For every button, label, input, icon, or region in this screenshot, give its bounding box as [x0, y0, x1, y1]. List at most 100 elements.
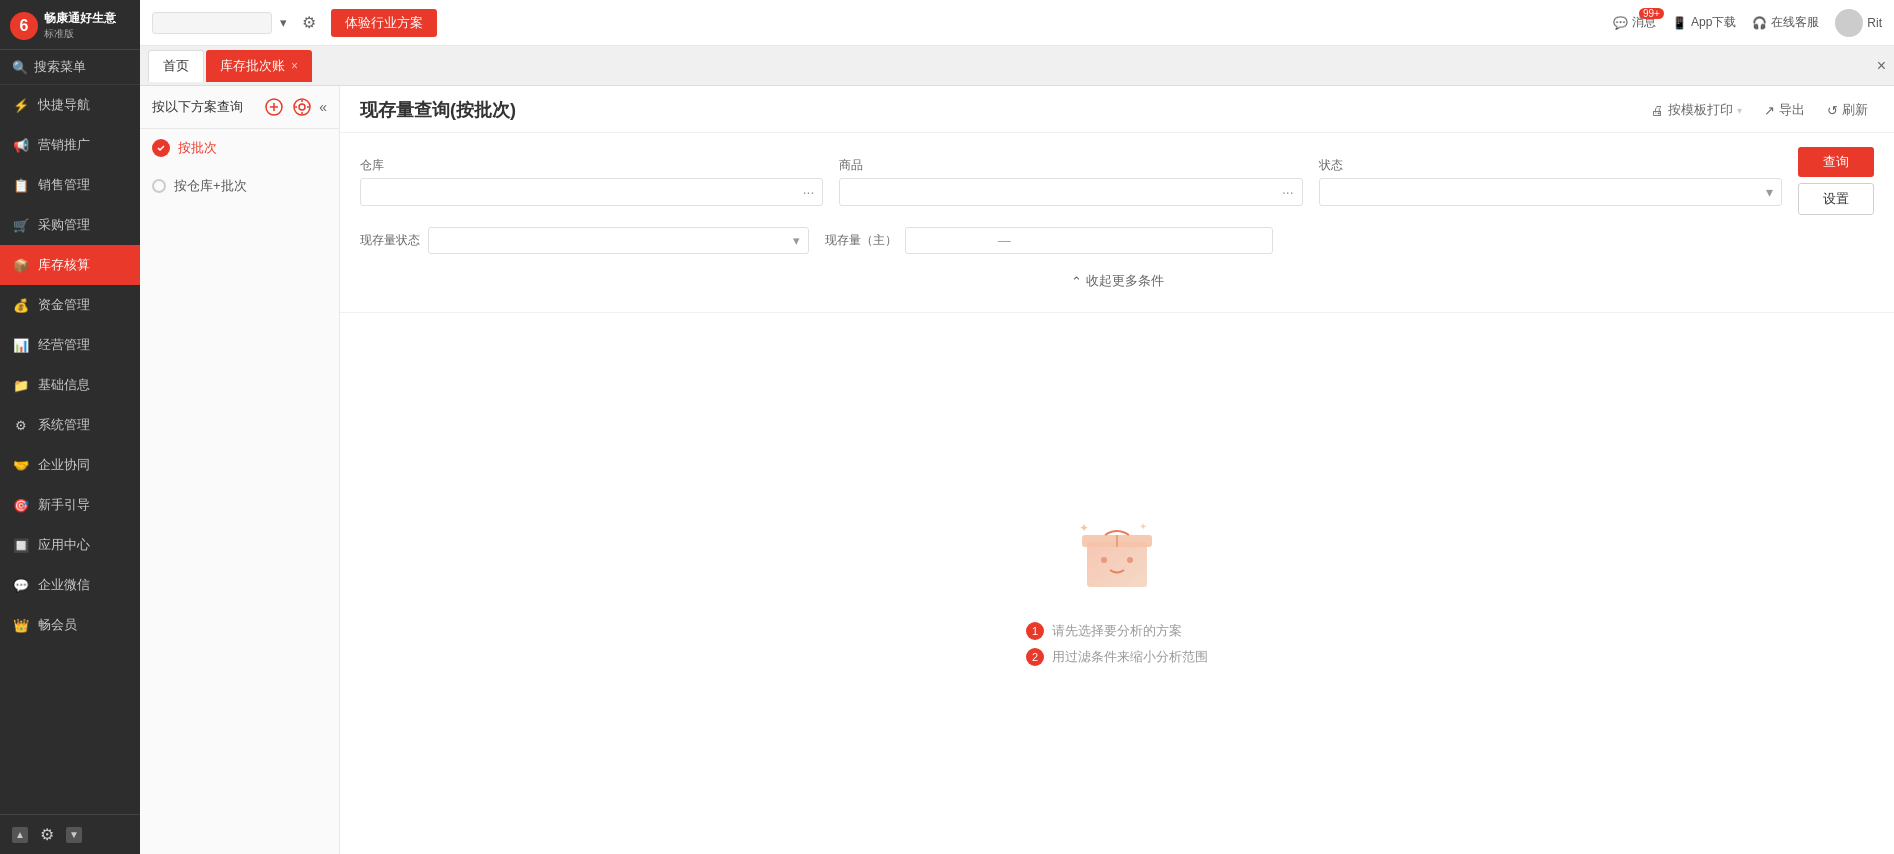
sidebar-item-wechat[interactable]: 💬 企业微信 — [0, 565, 140, 605]
product-input-wrap[interactable]: ··· — [839, 178, 1302, 206]
svg-point-14 — [1127, 557, 1133, 563]
sales-icon: 📋 — [12, 176, 30, 194]
filter-item-warehouse-batch[interactable]: 按仓库+批次 — [140, 167, 339, 205]
scroll-down-btn[interactable]: ▼ — [66, 827, 82, 843]
apps-icon: 🔲 — [12, 536, 30, 554]
main-area: ▾ ⚙ 体验行业方案 💬 消息 99+ 📱 App下载 🎧 在线客服 Rit — [140, 0, 1894, 854]
stock-qty-field: 现存量（主） — — [825, 227, 1274, 254]
tab-home[interactable]: 首页 — [148, 50, 204, 82]
sidebar-item-inventory-label: 库存核算 — [38, 256, 90, 274]
marketing-icon: 📢 — [12, 136, 30, 154]
topbar-dropdown-btn[interactable]: ▾ — [280, 15, 287, 30]
sidebar-item-basics-label: 基础信息 — [38, 376, 90, 394]
empty-hints: 1 请先选择要分析的方案 2 用过滤条件来缩小分析范围 — [1026, 622, 1208, 666]
message-icon: 💬 — [1613, 16, 1628, 30]
warehouse-input[interactable] — [369, 184, 799, 199]
filter-panel-title: 按以下方案查询 — [152, 98, 243, 116]
filter-settings-btn[interactable] — [291, 96, 313, 118]
tab-close-icon[interactable]: × — [291, 59, 298, 73]
print-template-btn[interactable]: 🖨 按模板打印 ▾ — [1645, 98, 1748, 122]
sidebar-item-sales[interactable]: 📋 销售管理 — [0, 165, 140, 205]
stock-status-select[interactable] — [437, 233, 789, 248]
finance-icon: 💰 — [12, 296, 30, 314]
sidebar-item-system-label: 系统管理 — [38, 416, 90, 434]
messages-action[interactable]: 💬 消息 99+ — [1613, 14, 1656, 31]
logo-char: 6 — [20, 17, 29, 35]
status-select[interactable] — [1328, 184, 1762, 199]
sidebar-item-search[interactable]: 🔍 搜索菜单 — [0, 50, 140, 85]
status-dropdown-icon[interactable]: ▾ — [1766, 184, 1773, 200]
status-select-wrap[interactable]: ▾ — [1319, 178, 1782, 206]
tab-active-label: 库存批次账 — [220, 57, 285, 75]
sidebar-item-member[interactable]: 👑 畅会员 — [0, 605, 140, 645]
sidebar-item-quick[interactable]: ⚡ 快捷导航 — [0, 85, 140, 125]
sidebar-item-wechat-label: 企业微信 — [38, 576, 90, 594]
warehouse-dots-btn[interactable]: ··· — [803, 184, 815, 200]
filter-dot-active — [152, 139, 170, 157]
industry-btn[interactable]: 体验行业方案 — [331, 9, 437, 37]
product-input[interactable] — [848, 184, 1278, 199]
hint-num-1: 1 — [1026, 622, 1044, 640]
close-all-tabs-btn[interactable]: × — [1877, 57, 1886, 75]
warehouse-input-wrap[interactable]: ··· — [360, 178, 823, 206]
empty-hint-2: 2 用过滤条件来缩小分析范围 — [1026, 648, 1208, 666]
filter-add-btn[interactable] — [263, 96, 285, 118]
refresh-icon: ↺ — [1827, 103, 1838, 118]
svg-text:✦: ✦ — [1079, 521, 1089, 535]
collapse-filters-btn[interactable]: ⌃ 收起更多条件 — [360, 264, 1874, 298]
topbar: ▾ ⚙ 体验行业方案 💬 消息 99+ 📱 App下载 🎧 在线客服 Rit — [140, 0, 1894, 46]
refresh-btn[interactable]: ↺ 刷新 — [1821, 98, 1874, 122]
sidebar-item-purchase-label: 采购管理 — [38, 216, 90, 234]
sidebar-item-operations[interactable]: 📊 经营管理 — [0, 325, 140, 365]
product-dots-btn[interactable]: ··· — [1282, 184, 1294, 200]
page-title: 现存量查询(按批次) — [360, 98, 516, 122]
page-header: 现存量查询(按批次) 🖨 按模板打印 ▾ ↗ 导出 ↺ 刷新 — [340, 86, 1894, 133]
filter-collapse-btn[interactable]: « — [319, 99, 327, 115]
filter-item-batch-label: 按批次 — [178, 139, 217, 157]
sidebar-item-enterprise[interactable]: 🤝 企业协同 — [0, 445, 140, 485]
sidebar-item-sales-label: 销售管理 — [38, 176, 90, 194]
system-icon: ⚙ — [12, 416, 30, 434]
topbar-left: ▾ ⚙ 体验行业方案 — [152, 9, 1605, 37]
user-avatar — [1835, 9, 1863, 37]
query-btn[interactable]: 查询 — [1798, 147, 1874, 177]
sidebar-item-basics[interactable]: 📁 基础信息 — [0, 365, 140, 405]
tab-inventory-batch[interactable]: 库存批次账 × — [206, 50, 312, 82]
purchase-icon: 🛒 — [12, 216, 30, 234]
refresh-label: 刷新 — [1842, 101, 1868, 119]
user-action[interactable]: Rit — [1835, 9, 1882, 37]
stock-status-dropdown-icon[interactable]: ▾ — [793, 233, 800, 248]
online-support-action[interactable]: 🎧 在线客服 — [1752, 14, 1819, 31]
guide-icon: 🎯 — [12, 496, 30, 514]
settings-config-btn[interactable]: 设置 — [1798, 183, 1874, 215]
scroll-up-btn[interactable]: ▲ — [12, 827, 28, 843]
app-download-action[interactable]: 📱 App下载 — [1672, 14, 1736, 31]
sidebar-item-marketing[interactable]: 📢 营销推广 — [0, 125, 140, 165]
sidebar-item-apps[interactable]: 🔲 应用中心 — [0, 525, 140, 565]
content-area: 按以下方案查询 — [140, 86, 1894, 854]
stock-qty-max-input[interactable] — [1015, 233, 1095, 248]
member-icon: 👑 — [12, 616, 30, 634]
stock-qty-min-input[interactable] — [914, 233, 994, 248]
sidebar-item-inventory[interactable]: 📦 库存核算 — [0, 245, 140, 285]
sidebar-item-enterprise-label: 企业协同 — [38, 456, 90, 474]
action-buttons: 查询 设置 — [1798, 147, 1874, 215]
svg-point-13 — [1101, 557, 1107, 563]
sidebar-item-purchase[interactable]: 🛒 采购管理 — [0, 205, 140, 245]
topbar-search-input[interactable] — [161, 16, 241, 30]
filter-dot-inactive — [152, 179, 166, 193]
app-logo: 6 — [10, 12, 38, 40]
topbar-search-box[interactable] — [152, 12, 272, 34]
filter-item-batch[interactable]: 按批次 — [140, 129, 339, 167]
export-btn[interactable]: ↗ 导出 — [1758, 98, 1811, 122]
topbar-settings-btn[interactable]: ⚙ — [295, 9, 323, 37]
stock-status-select-wrap[interactable]: ▾ — [428, 227, 809, 254]
sidebar-item-system[interactable]: ⚙ 系统管理 — [0, 405, 140, 445]
hint-text-2: 用过滤条件来缩小分析范围 — [1052, 648, 1208, 666]
sidebar-item-guide[interactable]: 🎯 新手引导 — [0, 485, 140, 525]
svg-rect-10 — [1087, 542, 1147, 587]
sidebar-item-finance[interactable]: 💰 资金管理 — [0, 285, 140, 325]
sidebar-item-apps-label: 应用中心 — [38, 536, 90, 554]
settings-icon[interactable]: ⚙ — [40, 825, 54, 844]
sidebar-footer: ▲ ⚙ ▼ — [0, 814, 140, 854]
